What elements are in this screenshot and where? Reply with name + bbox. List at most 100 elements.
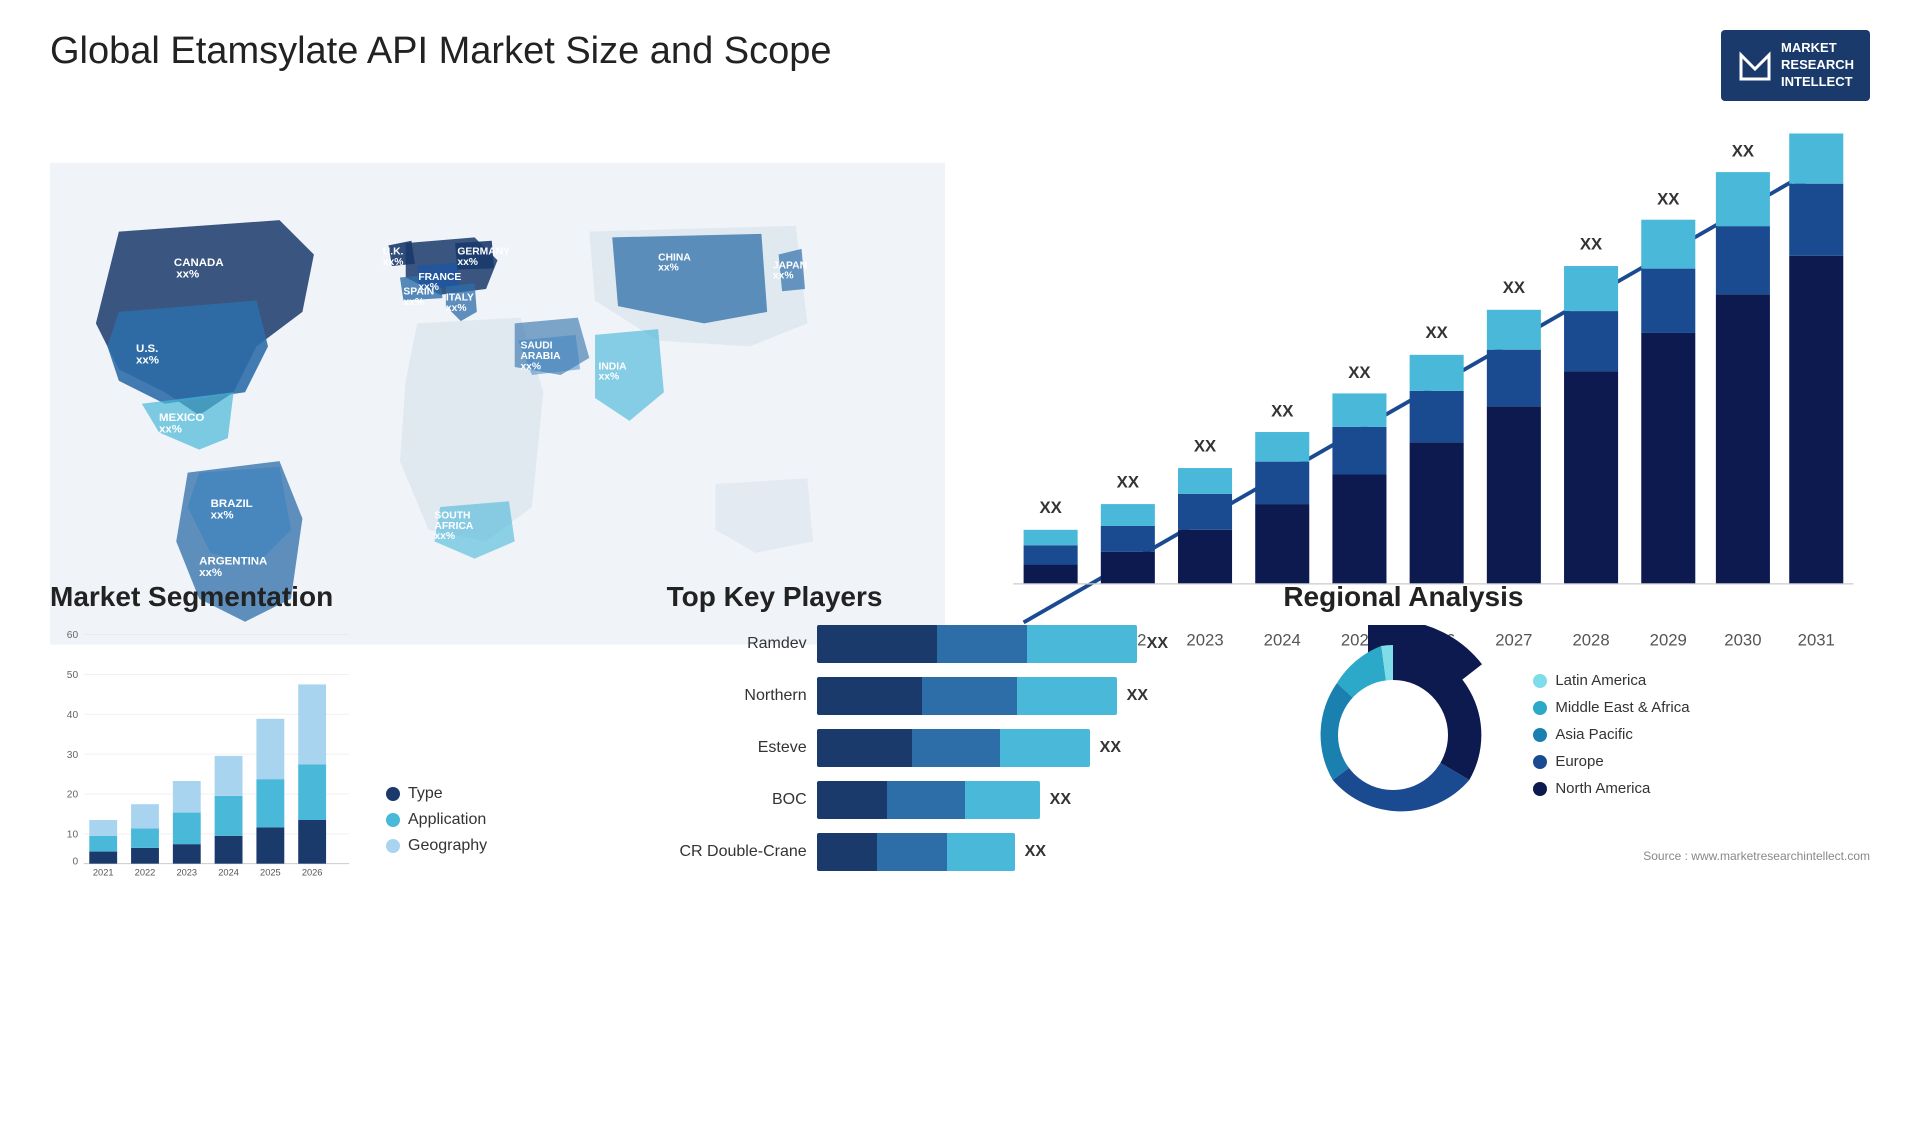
- player-name-cr: CR Double-Crane: [667, 843, 807, 861]
- mea-dot: [1533, 701, 1547, 715]
- reg-item-europe: Europe: [1533, 753, 1689, 770]
- svg-text:2026: 2026: [302, 867, 323, 877]
- segmentation-section: Market Segmentation 60 50 40 30 20 10 0: [50, 581, 637, 885]
- page-title: Global Etamsylate API Market Size and Sc…: [50, 30, 832, 73]
- svg-text:2023: 2023: [176, 867, 197, 877]
- geo-label: Geography: [408, 837, 487, 855]
- header: Global Etamsylate API Market Size and Sc…: [50, 30, 1870, 101]
- app-label: Application: [408, 811, 486, 829]
- svg-text:50: 50: [67, 670, 79, 681]
- logo-text: MARKET RESEARCH INTELLECT: [1781, 40, 1854, 91]
- bar-2022-seg1: [1101, 551, 1155, 583]
- apac-dot: [1533, 728, 1547, 742]
- cr-val: XX: [1025, 843, 1046, 861]
- mea-label: Middle East & Africa: [1555, 699, 1689, 716]
- player-row-boc: BOC XX: [667, 781, 1254, 819]
- india-val: xx%: [598, 371, 619, 382]
- segmentation-legend: Type Application Geography: [386, 785, 487, 885]
- us-label: U.S.: [136, 343, 158, 355]
- ramdev-val: XX: [1147, 635, 1168, 653]
- boc-seg3: [965, 781, 1040, 819]
- northern-val: XX: [1127, 687, 1148, 705]
- uk-val: xx%: [383, 257, 404, 268]
- geo-dot: [386, 839, 400, 853]
- brazil-val: xx%: [211, 509, 234, 521]
- regional-inner: Latin America Middle East & Africa Asia …: [1283, 625, 1870, 845]
- bar-2024-label: XX: [1271, 401, 1293, 420]
- logo-box: MARKET RESEARCH INTELLECT: [1721, 30, 1870, 101]
- bar-2022-seg3: [1101, 504, 1155, 526]
- cr-seg2: [877, 833, 947, 871]
- reg-item-mea: Middle East & Africa: [1533, 699, 1689, 716]
- page-container: Global Etamsylate API Market Size and Sc…: [0, 0, 1920, 1146]
- player-row-ramdev: Ramdev XX: [667, 625, 1254, 663]
- legend-application: Application: [386, 811, 487, 829]
- svg-text:2024: 2024: [218, 867, 239, 877]
- donut-chart-svg: [1283, 625, 1503, 845]
- northern-seg1: [817, 677, 922, 715]
- bar-2027-label: XX: [1503, 278, 1525, 297]
- canada-val: xx%: [176, 268, 199, 280]
- type-label: Type: [408, 785, 443, 803]
- player-row-cr: CR Double-Crane XX: [667, 833, 1254, 871]
- cr-seg1: [817, 833, 877, 871]
- legend-geography: Geography: [386, 837, 487, 855]
- argentina-val: xx%: [199, 567, 222, 579]
- svg-text:2025: 2025: [260, 867, 281, 877]
- bar-2022-seg2: [1101, 526, 1155, 552]
- logo-icon: [1737, 47, 1773, 83]
- player-bar-northern: XX: [817, 677, 1254, 715]
- bar-2021-label: XX: [1039, 498, 1061, 517]
- source-text: Source : www.marketresearchintellect.com: [1283, 849, 1870, 863]
- svg-text:10: 10: [67, 829, 79, 840]
- player-bar-cr: XX: [817, 833, 1254, 871]
- japan-val: xx%: [773, 270, 794, 281]
- regional-section: Regional Analysis: [1283, 581, 1870, 885]
- reg-item-apac: Asia Pacific: [1533, 726, 1689, 743]
- sa-val: xx%: [434, 531, 455, 542]
- players-bars: Ramdev XX Northern: [667, 625, 1254, 871]
- bar-2025-label: XX: [1348, 363, 1370, 382]
- china-val: xx%: [658, 262, 679, 273]
- apac-label: Asia Pacific: [1555, 726, 1633, 743]
- boc-seg1: [817, 781, 887, 819]
- ramdev-seg2: [937, 625, 1027, 663]
- italy-val: xx%: [446, 302, 467, 313]
- germany-val: xx%: [457, 257, 478, 268]
- svg-text:2022: 2022: [135, 867, 156, 877]
- player-row-esteve: Esteve XX: [667, 729, 1254, 767]
- brazil-label: BRAZIL: [211, 498, 253, 510]
- segmentation-title: Market Segmentation: [50, 581, 637, 613]
- svg-text:30: 30: [67, 749, 79, 760]
- bar-2023-label: XX: [1194, 436, 1216, 455]
- bar-2021-seg3: [1024, 529, 1078, 544]
- na-label: North America: [1555, 780, 1650, 797]
- ramdev-seg1: [817, 625, 937, 663]
- player-bar-esteve: XX: [817, 729, 1254, 767]
- players-title: Top Key Players: [667, 581, 1254, 613]
- svg-text:2021: 2021: [93, 867, 114, 877]
- logo-container: MARKET RESEARCH INTELLECT: [1721, 30, 1870, 101]
- us-val: xx%: [136, 354, 159, 366]
- donut-hole: [1338, 680, 1448, 790]
- bar-2021-seg2: [1024, 545, 1078, 564]
- bar-2030-label: XX: [1732, 141, 1754, 160]
- bar-2028-label: XX: [1580, 234, 1602, 253]
- player-name-northern: Northern: [667, 687, 807, 705]
- player-row-northern: Northern XX: [667, 677, 1254, 715]
- latam-label: Latin America: [1555, 672, 1646, 689]
- svg-text:60: 60: [67, 630, 79, 641]
- player-bar-boc: XX: [817, 781, 1254, 819]
- boc-seg2: [887, 781, 965, 819]
- esteve-seg2: [912, 729, 1000, 767]
- segmentation-chart-svg: 60 50 40 30 20 10 0: [50, 625, 370, 885]
- player-bar-ramdev: XX: [817, 625, 1254, 663]
- svg-text:20: 20: [67, 789, 79, 800]
- bar-2029-label: XX: [1657, 189, 1679, 208]
- mexico-val: xx%: [159, 423, 182, 435]
- northern-seg2: [922, 677, 1017, 715]
- ramdev-seg3: [1027, 625, 1137, 663]
- mexico-label: MEXICO: [159, 412, 204, 424]
- europe-dot: [1533, 755, 1547, 769]
- players-section: Top Key Players Ramdev XX: [667, 581, 1254, 885]
